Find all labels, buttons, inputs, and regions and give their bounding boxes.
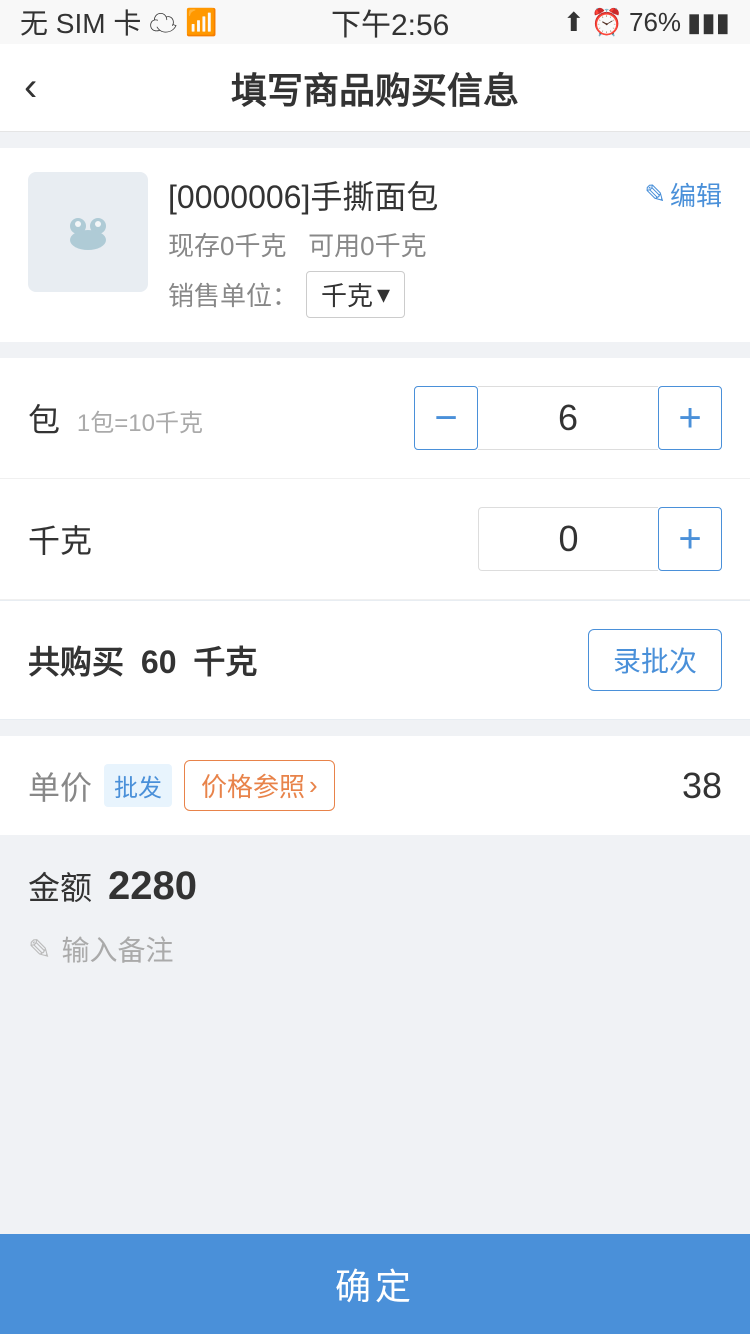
qty-bao-sublabel: 1包=10千克 (77, 410, 203, 437)
status-right: ⬆ ⏰ 76% ▮▮▮ (563, 7, 730, 38)
price-label: 单价 (28, 763, 92, 809)
remark-row[interactable]: ✎ 输入备注 (28, 929, 722, 969)
remark-icon: ✎ (28, 933, 51, 966)
total-row: 共购买 60 千克 录批次 (0, 600, 750, 720)
battery-icon: ▮▮▮ (687, 7, 730, 38)
product-stock: 现存0千克 可用0千克 (168, 226, 722, 263)
qty-bao-input[interactable] (478, 386, 658, 450)
amount-label: 金额 (28, 863, 92, 909)
qty-bao-plus-button[interactable]: + (658, 386, 722, 450)
product-image (28, 172, 148, 292)
product-name: [0000006]手撕面包 (168, 172, 722, 218)
remark-placeholder: 输入备注 (61, 929, 173, 969)
product-logo-icon (58, 202, 118, 262)
qty-bao-row: 包 1包=10千克 − + (0, 358, 750, 479)
location-icon: ⬆ (563, 7, 585, 38)
qty-bao-minus-button[interactable]: − (414, 386, 478, 450)
nav-bar: ‹ 填写商品购买信息 (0, 44, 750, 132)
product-unit-row: 销售单位： 千克 ▾ (168, 271, 722, 318)
amount-value: 2280 (108, 864, 197, 909)
alarm-icon: ⏰ (591, 7, 623, 38)
content-spacer (0, 989, 750, 1269)
price-ref-button[interactable]: 价格参照 › (184, 760, 335, 811)
price-row: 单价 批发 价格参照 › 38 (28, 760, 722, 811)
status-time: 下午2:56 (331, 0, 449, 44)
status-left: 无 SIM 卡 ☁ 📶 (20, 2, 218, 42)
quantity-section: 包 1包=10千克 − + 千克 + (0, 358, 750, 600)
back-button[interactable]: ‹ (24, 65, 37, 110)
qty-kg-row: 千克 + (0, 479, 750, 600)
unit-selector[interactable]: 千克 ▾ (306, 271, 405, 318)
qty-kg-plus-button[interactable]: + (658, 507, 722, 571)
batch-button[interactable]: 录批次 (588, 629, 722, 691)
product-card: [0000006]手撕面包 现存0千克 可用0千克 销售单位： 千克 ▾ ✎ 编… (0, 148, 750, 342)
qty-kg-control: + (478, 507, 722, 571)
confirm-button[interactable]: 确定 (0, 1234, 750, 1334)
price-section: 单价 批发 价格参照 › 38 (0, 736, 750, 835)
battery-percent: 76% (629, 7, 681, 38)
product-info: [0000006]手撕面包 现存0千克 可用0千克 销售单位： 千克 ▾ (168, 172, 722, 318)
qty-bao-control: − + (414, 386, 722, 450)
amount-row: 金额 2280 (28, 863, 722, 909)
wifi-icon: 📶 (185, 7, 217, 38)
chevron-down-icon: ▾ (377, 279, 390, 310)
sim-label: 无 SIM 卡 ☁ (20, 2, 177, 42)
chevron-right-icon: › (309, 770, 318, 801)
qty-kg-label: 千克 (28, 516, 478, 562)
edit-icon: ✎ (644, 179, 666, 210)
status-bar: 无 SIM 卡 ☁ 📶 下午2:56 ⬆ ⏰ 76% ▮▮▮ (0, 0, 750, 44)
qty-kg-input[interactable] (478, 507, 658, 571)
price-batch-tag: 批发 (104, 764, 172, 807)
qty-bao-label: 包 1包=10千克 (28, 395, 414, 441)
page-title: 填写商品购买信息 (231, 62, 519, 114)
edit-button[interactable]: ✎ 编辑 (644, 176, 722, 213)
amount-section: 金额 2280 ✎ 输入备注 (0, 835, 750, 989)
price-value: 38 (682, 765, 722, 807)
total-text: 共购买 60 千克 (28, 637, 257, 683)
